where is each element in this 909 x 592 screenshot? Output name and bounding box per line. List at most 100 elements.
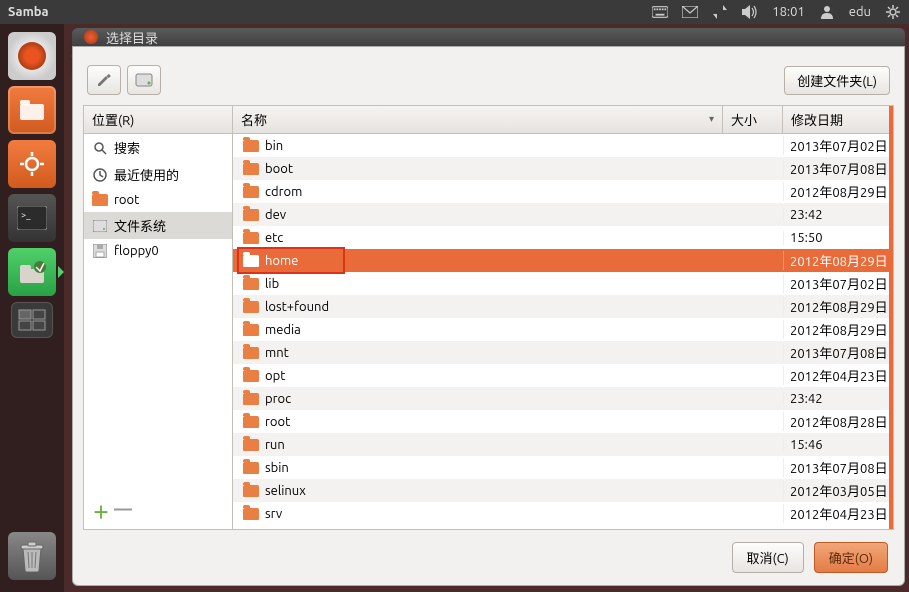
place-label: 文件系统 xyxy=(114,216,166,235)
folder-icon xyxy=(243,416,259,428)
folder-icon xyxy=(243,485,259,497)
file-name: selinux xyxy=(265,484,306,498)
username[interactable]: edu xyxy=(849,5,871,19)
file-row[interactable]: proc 23:42 xyxy=(233,387,893,410)
drive-button[interactable] xyxy=(127,65,161,95)
file-date: 2012年03月05日 xyxy=(783,481,893,500)
sort-indicator-icon: ▾ xyxy=(709,113,714,125)
volume-icon[interactable] xyxy=(742,4,758,20)
folder-icon xyxy=(243,347,259,359)
folder-icon xyxy=(243,232,259,244)
file-date: 23:42 xyxy=(783,392,893,406)
folder-icon xyxy=(92,192,108,208)
place-label: 搜索 xyxy=(114,138,140,157)
floppy-icon xyxy=(92,243,108,259)
file-row[interactable]: lost+found 2012年08月29日 xyxy=(233,295,893,318)
file-date: 2012年08月29日 xyxy=(783,297,893,316)
file-row[interactable]: boot2013年07月08日 xyxy=(233,157,893,180)
place-item-文件系统[interactable]: 文件系统 xyxy=(84,212,232,239)
file-name: proc xyxy=(265,392,291,406)
file-date: 2012年04月23日 xyxy=(783,366,893,385)
file-row[interactable]: dev 23:42 xyxy=(233,203,893,226)
folder-icon xyxy=(243,163,259,175)
folder-icon xyxy=(243,278,259,290)
top-menubar: Samba 18:01 edu xyxy=(0,0,909,24)
file-name: sbin xyxy=(265,461,289,475)
file-name: dev xyxy=(265,208,286,222)
workspace-switcher[interactable] xyxy=(11,302,53,338)
ok-button[interactable]: 确定(O) xyxy=(814,542,888,573)
file-row[interactable]: lib2013年07月02日 xyxy=(233,272,893,295)
file-list: 名称▾ 大小 修改日期 bin2013年07月02日boot2013年07月08… xyxy=(233,105,894,530)
file-row[interactable]: run15:46 xyxy=(233,433,893,456)
trash-launcher[interactable] xyxy=(8,532,56,580)
file-date: 2013年07月08日 xyxy=(783,343,893,362)
file-row[interactable]: mnt 2013年07月08日 xyxy=(233,341,893,364)
file-row[interactable]: cdrom2012年08月29日 xyxy=(233,180,893,203)
folder-icon xyxy=(243,393,259,405)
folder-icon xyxy=(243,508,259,520)
file-date: 2012年08月29日 xyxy=(783,251,893,270)
samba-launcher[interactable] xyxy=(8,248,56,296)
place-item-root[interactable]: root xyxy=(84,188,232,212)
files-launcher[interactable] xyxy=(8,86,56,134)
file-date: 2012年04月23日 xyxy=(783,504,893,523)
place-item-最近使用的[interactable]: 最近使用的 xyxy=(84,161,232,188)
recent-icon xyxy=(92,167,108,183)
file-row[interactable]: srv2012年04月23日 xyxy=(233,502,893,525)
file-row[interactable]: etc 15:50 xyxy=(233,226,893,249)
dash-button[interactable] xyxy=(8,32,56,80)
add-bookmark-button[interactable]: ＋ xyxy=(92,499,110,525)
file-name: mnt xyxy=(265,346,289,360)
folder-icon xyxy=(243,462,259,474)
places-sidebar: 位置(R) 搜索最近使用的 root 文件系统 floppy0 ＋ — xyxy=(83,105,233,530)
place-label: root xyxy=(114,193,139,207)
place-item-floppy0[interactable]: floppy0 xyxy=(84,239,232,263)
dialog-title: 选择目录 xyxy=(106,28,158,47)
file-date: 2012年08月28日 xyxy=(783,412,893,431)
file-name: home xyxy=(265,254,298,268)
remove-bookmark-button[interactable]: — xyxy=(114,499,132,525)
file-date: 23:42 xyxy=(783,208,893,222)
file-row[interactable]: home 2012年08月29日 xyxy=(233,249,893,272)
column-date[interactable]: 修改日期 xyxy=(783,106,893,133)
file-row[interactable]: opt2012年04月23日 xyxy=(233,364,893,387)
gear-icon[interactable] xyxy=(885,4,901,20)
keyboard-icon[interactable] xyxy=(652,4,668,20)
folder-icon xyxy=(243,439,259,451)
create-folder-button[interactable]: 创建文件夹(L) xyxy=(784,66,890,95)
dialog-toolbar: 创建文件夹(L) xyxy=(73,47,904,105)
file-date: 2012年08月29日 xyxy=(783,320,893,339)
folder-icon xyxy=(243,301,259,313)
file-name: cdrom xyxy=(265,185,302,199)
file-row[interactable]: selinux 2012年03月05日 xyxy=(233,479,893,502)
file-name: boot xyxy=(265,162,293,176)
mail-icon[interactable] xyxy=(682,4,698,20)
user-icon[interactable] xyxy=(819,4,835,20)
clock[interactable]: 18:01 xyxy=(772,5,805,19)
file-name: lost+found xyxy=(265,300,329,314)
close-icon[interactable] xyxy=(84,30,98,44)
file-row[interactable]: sbin2013年07月08日 xyxy=(233,456,893,479)
system-tray: 18:01 edu xyxy=(652,4,901,20)
column-name[interactable]: 名称▾ xyxy=(233,106,723,133)
file-name: etc xyxy=(265,231,283,245)
folder-icon xyxy=(243,324,259,336)
file-row[interactable]: media2012年08月29日 xyxy=(233,318,893,341)
unity-launcher: >_ xyxy=(0,24,64,592)
file-row[interactable]: root2012年08月28日 xyxy=(233,410,893,433)
dialog-titlebar[interactable]: 选择目录 xyxy=(72,28,905,46)
place-item-搜索[interactable]: 搜索 xyxy=(84,134,232,161)
file-row[interactable]: bin2013年07月02日 xyxy=(233,134,893,157)
folder-icon xyxy=(243,140,259,152)
settings-launcher[interactable] xyxy=(8,140,56,188)
folder-icon xyxy=(243,209,259,221)
file-date: 15:50 xyxy=(783,231,893,245)
terminal-launcher[interactable]: >_ xyxy=(8,194,56,242)
network-icon[interactable] xyxy=(712,4,728,20)
selection-stripe xyxy=(889,106,893,529)
column-size[interactable]: 大小 xyxy=(723,106,783,133)
path-edit-button[interactable] xyxy=(87,65,121,95)
cancel-button[interactable]: 取消(C) xyxy=(732,542,804,573)
places-header[interactable]: 位置(R) xyxy=(84,106,232,134)
